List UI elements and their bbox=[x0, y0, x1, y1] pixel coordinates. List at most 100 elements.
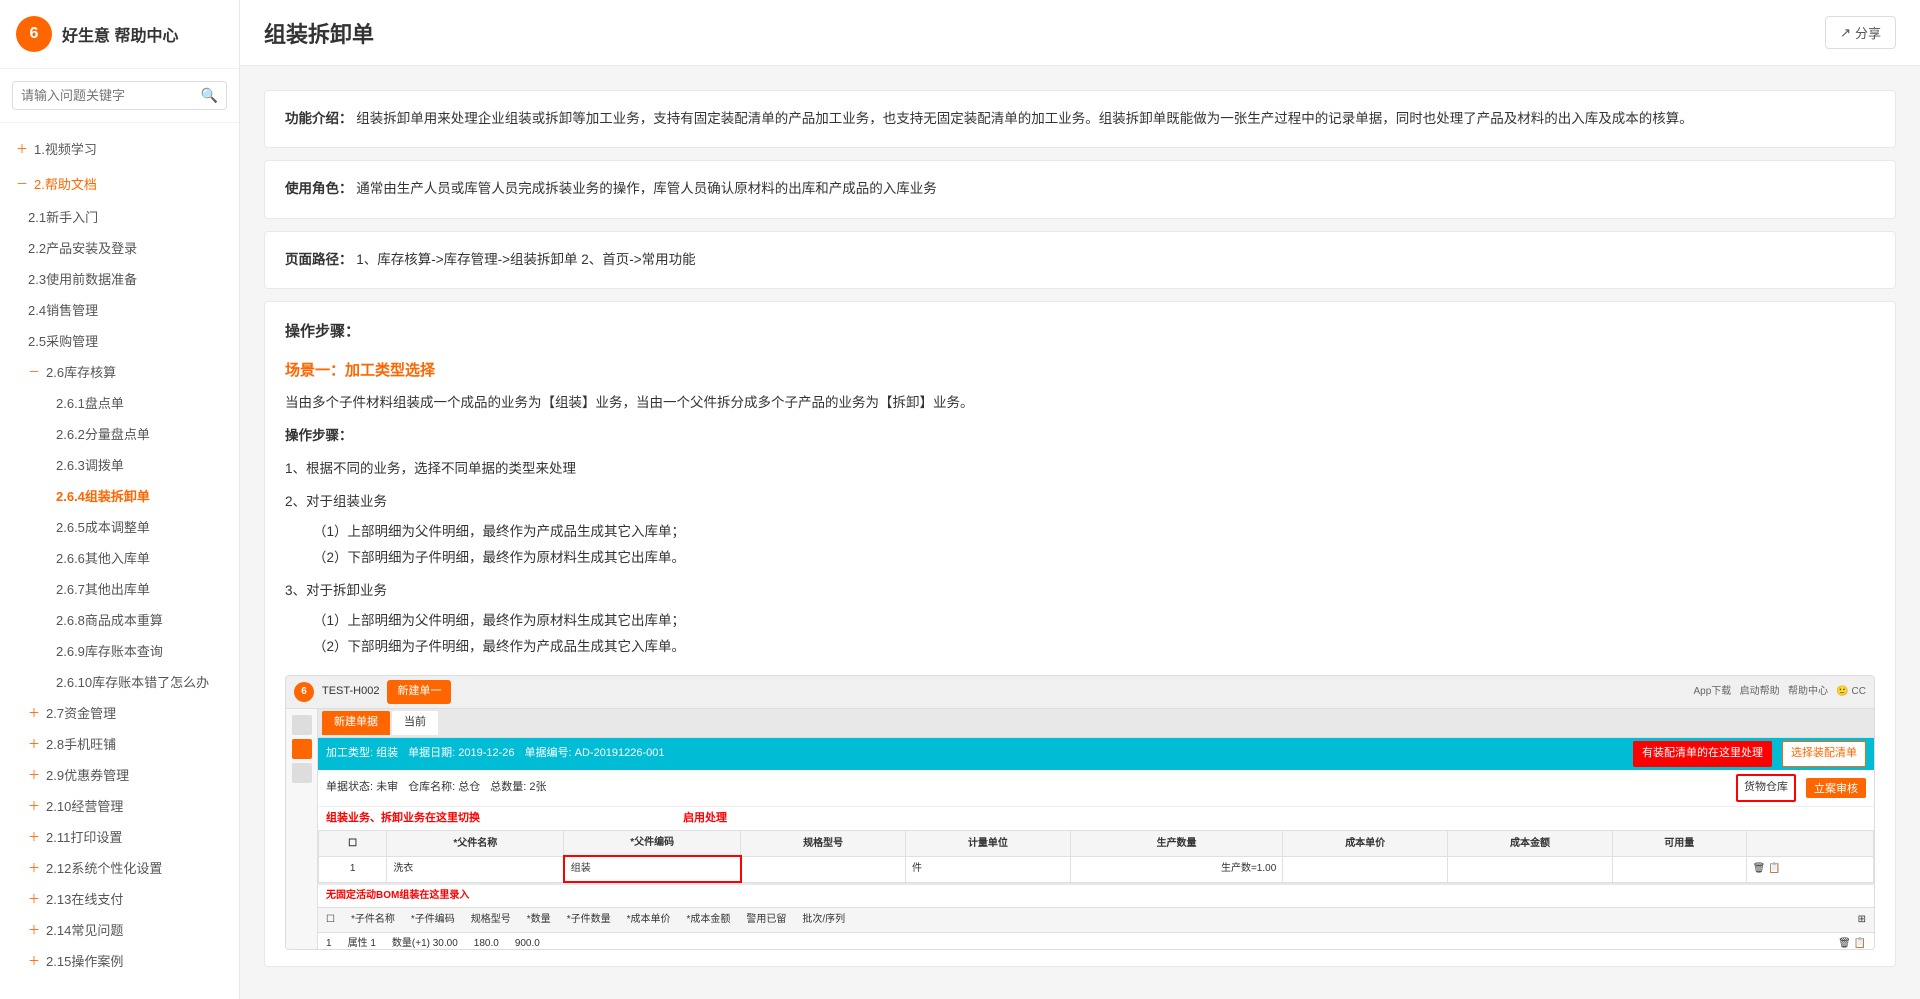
ss-status-row: 单据状态: 未审 仓库名称: 总仓 总数量: 2张 货物仓库 立案审核 bbox=[318, 770, 1874, 807]
nav-sub-2-6: 2.6.1盘点单 2.6.2分量盘点单 2.6.3调拨单 2.6.4组装拆卸单 … bbox=[28, 387, 239, 697]
sidebar-item-2-14[interactable]: ＋ 2.14常见问题 bbox=[28, 914, 239, 945]
ss-nav-icon-1 bbox=[292, 715, 312, 735]
scene-desc: 当由多个子件材料组装成一个成品的业务为【组装】业务，当由一个父件拆分成多个子产品… bbox=[285, 390, 1875, 416]
plus-icon-2-12: ＋ bbox=[28, 859, 40, 876]
th-sub-check: ☐ bbox=[326, 911, 335, 929]
sidebar-item-2-12[interactable]: ＋ 2.12系统个性化设置 bbox=[28, 852, 239, 883]
ss-logo: 6 bbox=[294, 682, 314, 702]
ss-ann4: 启用处理 bbox=[683, 812, 727, 824]
th-item-code: *父件编码 bbox=[564, 831, 741, 857]
sidebar-item-2-1[interactable]: 2.1新手入门 bbox=[28, 201, 239, 232]
ss-ann5: 无固定活动BOM组装在这里录入 bbox=[326, 890, 469, 901]
intro-text: 组装拆卸单用来处理企业组装或拆卸等加工业务，支持有固定装配清单的产品加工业务，也… bbox=[356, 111, 1693, 126]
th-sub-spec: 规格型号 bbox=[471, 911, 511, 929]
sidebar-item-2-2[interactable]: 2.2产品安装及登录 bbox=[28, 232, 239, 263]
sidebar-item-2-6-1[interactable]: 2.6.1盘点单 bbox=[56, 387, 239, 418]
sidebar-item-2-10[interactable]: ＋ 2.10经营管理 bbox=[28, 790, 239, 821]
path-label: 页面路径： bbox=[285, 252, 353, 267]
search-icon[interactable]: 🔍 bbox=[201, 87, 218, 104]
main-header: 组装拆卸单 ↗ 分享 bbox=[240, 0, 1920, 66]
ss-ann3: 组装业务、拆卸业务在这里切换 bbox=[326, 812, 480, 824]
th-spec: 规格型号 bbox=[741, 831, 906, 857]
th-qty: 生产数量 bbox=[1070, 831, 1282, 857]
sidebar-item-2-15[interactable]: ＋ 2.15操作案例 bbox=[28, 945, 239, 976]
sidebar-item-2-3[interactable]: 2.3使用前数据准备 bbox=[28, 263, 239, 294]
sidebar-item-2-6-7[interactable]: 2.6.7其他出库单 bbox=[56, 573, 239, 604]
td-qty-1: 生产数=1.00 bbox=[1070, 856, 1282, 882]
ss-form-id: 单据编号: AD-20191226-001 bbox=[525, 744, 665, 764]
sidebar-item-2-6-9[interactable]: 2.6.9库存账本查询 bbox=[56, 635, 239, 666]
th-item-name: *父件名称 bbox=[387, 831, 564, 857]
ss-confirm-btn[interactable]: 立案审核 bbox=[1806, 778, 1866, 798]
ss-form-header: 加工类型: 组装 单据日期: 2019-12-26 单据编号: AD-20191… bbox=[318, 738, 1874, 770]
th-sub-unit-cost: *成本单价 bbox=[627, 911, 671, 929]
th-total: 成本金额 bbox=[1448, 831, 1613, 857]
th-ops bbox=[1746, 831, 1873, 857]
td-check-1: 1 bbox=[319, 856, 387, 882]
search-box[interactable]: 🔍 bbox=[12, 81, 227, 110]
intro-label: 功能介绍： bbox=[285, 111, 353, 126]
th-sub-reserve: 警用已留 bbox=[746, 911, 786, 929]
sidebar-item-2-4[interactable]: 2.4销售管理 bbox=[28, 294, 239, 325]
ss-new-btn[interactable]: 新建单一 bbox=[387, 680, 451, 704]
ss-form-type: 加工类型: 组装 bbox=[326, 744, 398, 764]
sidebar-item-2-6-4[interactable]: 2.6.4组装拆卸单 bbox=[56, 480, 239, 511]
sidebar-item-2-6-3[interactable]: 2.6.3调拨单 bbox=[56, 449, 239, 480]
sidebar-item-2-7[interactable]: ＋ 2.7资金管理 bbox=[28, 697, 239, 728]
sidebar-item-2-6-6[interactable]: 2.6.6其他入库单 bbox=[56, 542, 239, 573]
sidebar: 6 好生意 帮助中心 🔍 ＋ 1.视频学习 － 2.帮助文档 2.1新手入门 2… bbox=[0, 0, 240, 999]
share-button[interactable]: ↗ 分享 bbox=[1825, 16, 1896, 49]
ss-content-panel: 新建单据 当前 加工类型: 组装 单据日期: 2019-12-26 单据编号: … bbox=[318, 709, 1874, 949]
ss-select-bill-btn[interactable]: 选择装配清单 bbox=[1782, 741, 1866, 767]
ss-store-name: TEST-H002 bbox=[322, 682, 379, 702]
th-check: ☐ bbox=[319, 831, 387, 857]
ss-wareho-input[interactable]: 货物仓库 bbox=[1736, 774, 1796, 802]
search-input[interactable] bbox=[21, 88, 201, 103]
ss-ann-row: 组装业务、拆卸业务在这里切换 启用处理 bbox=[318, 807, 1874, 831]
ss-table-area: ☐ *父件名称 *父件编码 规格型号 计量单位 生产数量 成本单价 成本金额 可 bbox=[318, 830, 1874, 883]
sidebar-item-2-6-8[interactable]: 2.6.8商品成本重算 bbox=[56, 604, 239, 635]
intro-block: 功能介绍： 组装拆卸单用来处理企业组装或拆卸等加工业务，支持有固定装配清单的产品… bbox=[264, 90, 1896, 148]
plus-icon-2-9: ＋ bbox=[28, 766, 40, 783]
step3-sub1: （1）上部明细为父件明细，最终作为原材料生成其它出库单； bbox=[313, 608, 1875, 634]
th-cost: 成本单价 bbox=[1283, 831, 1448, 857]
sidebar-item-help[interactable]: － 2.帮助文档 bbox=[0, 166, 239, 201]
scene-title: 场景一：加工类型选择 bbox=[285, 357, 1875, 384]
ss-tab-2[interactable]: 当前 bbox=[392, 711, 438, 735]
app-logo: 6 bbox=[16, 16, 52, 52]
ops-title: 操作步骤： bbox=[285, 318, 1875, 345]
sidebar-item-2-6-10[interactable]: 2.6.10库存账本错了怎么办 bbox=[56, 666, 239, 697]
ops-steps-subtitle: 操作步骤： bbox=[285, 424, 1875, 448]
sidebar-item-2-11[interactable]: ＋ 2.11打印设置 bbox=[28, 821, 239, 852]
sidebar-item-2-8[interactable]: ＋ 2.8手机旺铺 bbox=[28, 728, 239, 759]
ss-count-label: 总数量: 2张 bbox=[490, 778, 546, 798]
share-icon: ↗ bbox=[1840, 25, 1851, 41]
sidebar-item-2-6[interactable]: － 2.6库存核算 bbox=[28, 356, 239, 387]
role-block: 使用角色： 通常由生产人员或库管人员完成拆装业务的操作，库管人员确认原材料的出库… bbox=[264, 160, 1896, 218]
sidebar-item-2-5[interactable]: 2.5采购管理 bbox=[28, 325, 239, 356]
ss-tab-active[interactable]: 新建单据 bbox=[322, 711, 390, 735]
sidebar-item-2-6-5[interactable]: 2.6.5成本调整单 bbox=[56, 511, 239, 542]
td-cost-1 bbox=[1283, 856, 1448, 882]
sidebar-item-2-9[interactable]: ＋ 2.9优惠券管理 bbox=[28, 759, 239, 790]
th-sub-code: *子件编码 bbox=[411, 911, 455, 929]
app-name: 好生意 帮助中心 bbox=[62, 22, 178, 46]
ss-tabs: 新建单据 当前 bbox=[318, 709, 1874, 738]
ss-main-table: ☐ *父件名称 *父件编码 规格型号 计量单位 生产数量 成本单价 成本金额 可 bbox=[318, 830, 1874, 883]
step1: 1、根据不同的业务，选择不同单据的类型来处理 bbox=[285, 456, 1875, 482]
td-item-1: 洗衣 bbox=[387, 856, 564, 882]
th-sub-name: *子件名称 bbox=[351, 911, 395, 929]
ss-sub-table-header: ☐ *子件名称 *子件编码 规格型号 *数量 *子件数量 *成本单价 *成本金额… bbox=[318, 907, 1874, 933]
sidebar-item-2-13[interactable]: ＋ 2.13在线支付 bbox=[28, 883, 239, 914]
td-ops-1: 🗑 📋 bbox=[1746, 856, 1873, 882]
th-sub-ops: 批次/序列 bbox=[802, 911, 845, 929]
th-sub-qty: *数量 bbox=[527, 911, 551, 929]
search-area: 🔍 bbox=[0, 69, 239, 123]
path-block: 页面路径： 1、库存核算->库存管理->组装拆卸单 2、首页->常用功能 bbox=[264, 231, 1896, 289]
sidebar-item-2-6-2[interactable]: 2.6.2分量盘点单 bbox=[56, 418, 239, 449]
ss-ann5-row: 无固定活动BOM组装在这里录入 bbox=[318, 885, 1874, 907]
minus-icon-2-6: － bbox=[28, 363, 40, 380]
sidebar-item-video[interactable]: ＋ 1.视频学习 bbox=[0, 131, 239, 166]
role-text: 通常由生产人员或库管人员完成拆装业务的操作，库管人员确认原材料的出库和产成品的入… bbox=[356, 181, 937, 196]
td-avail-1 bbox=[1612, 856, 1746, 882]
